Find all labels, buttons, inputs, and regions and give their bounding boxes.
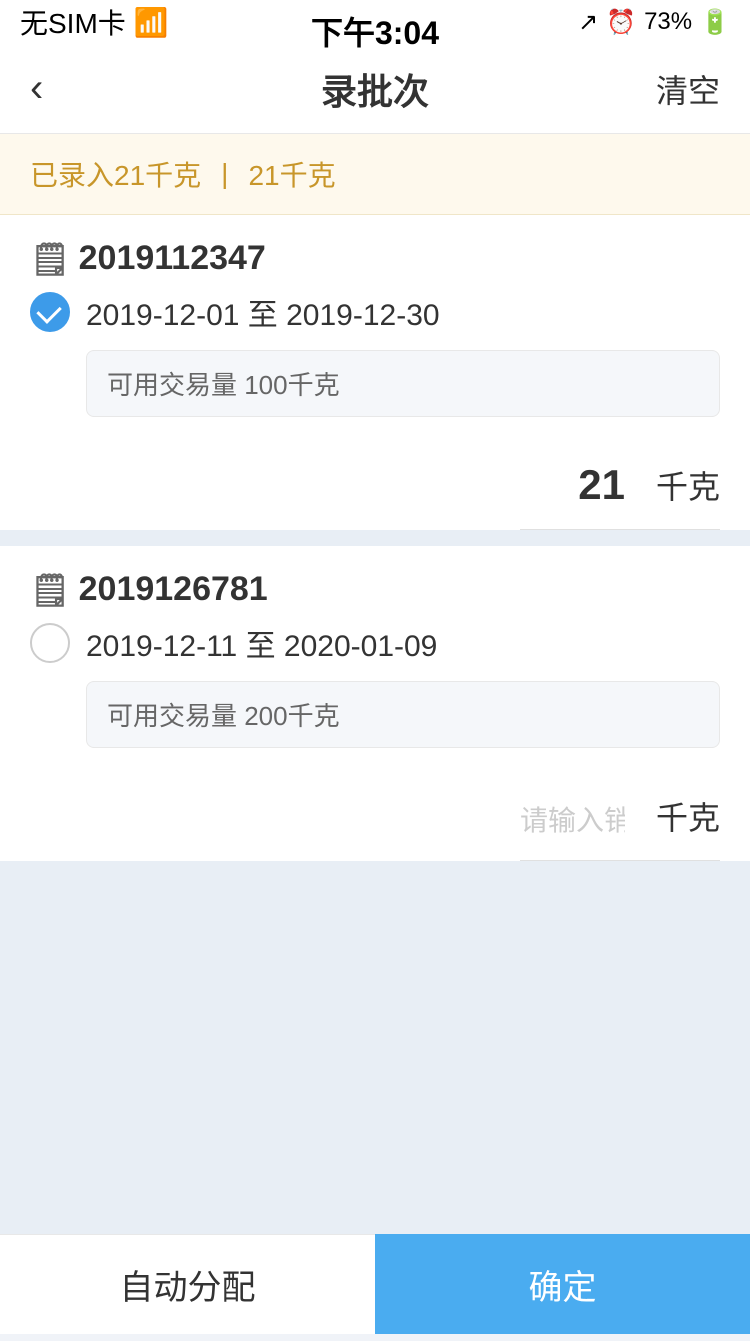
auto-distribute-button[interactable]: 自动分配 bbox=[0, 1234, 375, 1334]
batch-header-1: 🗒 2019112347 bbox=[30, 239, 720, 278]
batch-id-text-2: 2019126781 bbox=[79, 570, 268, 609]
quantity-input-2[interactable] bbox=[520, 792, 640, 840]
batch-header-2: 🗒 2019126781 bbox=[30, 570, 720, 609]
batch-date-row-2[interactable]: 2019-12-11 至 2020-01-09 bbox=[30, 621, 720, 665]
clear-button[interactable]: 清空 bbox=[656, 66, 720, 112]
batch-id-text-1: 2019112347 bbox=[79, 239, 266, 278]
total-amount: 21千克 bbox=[248, 154, 335, 194]
confirm-button[interactable]: 确定 bbox=[375, 1234, 750, 1334]
status-right: ↗ ⏰ 73% 🔋 bbox=[578, 8, 730, 37]
quantity-unit-2: 千克 bbox=[656, 793, 720, 839]
status-time: 下午3:04 bbox=[311, 8, 439, 54]
batch-available-2: 可用交易量 200千克 bbox=[86, 681, 720, 748]
battery-icon: 🔋 bbox=[700, 8, 730, 37]
bottom-area bbox=[0, 861, 750, 1241]
quantity-unit-1: 千克 bbox=[656, 462, 720, 508]
wifi-icon: 📶 bbox=[134, 6, 169, 39]
batch-date-row-1[interactable]: 2019-12-01 至 2019-12-30 bbox=[30, 290, 720, 334]
status-carrier: 无SIM卡 📶 bbox=[20, 2, 169, 42]
batch-id-1: 🗒 2019112347 bbox=[30, 239, 266, 278]
batch-id-2: 🗒 2019126781 bbox=[30, 570, 268, 609]
section-divider bbox=[0, 530, 750, 546]
carrier-text: 无SIM卡 bbox=[20, 2, 126, 42]
batch-quantity-row-1: 千克 bbox=[0, 441, 750, 529]
batch-quantity-row-2: 千克 bbox=[0, 772, 750, 860]
batch-detail-1: 🗒 2019112347 2019-12-01 至 2019-12-30 可用交… bbox=[0, 215, 750, 441]
batch-item-2: 🗒 2019126781 2019-12-11 至 2020-01-09 可用交… bbox=[0, 546, 750, 861]
batch-available-1: 可用交易量 100千克 bbox=[86, 350, 720, 417]
footer: 自动分配 确定 bbox=[0, 1234, 750, 1334]
batch-detail-2: 🗒 2019126781 2019-12-11 至 2020-01-09 可用交… bbox=[0, 546, 750, 772]
back-button[interactable]: ‹ bbox=[30, 66, 43, 111]
status-bar: 无SIM卡 📶 下午3:04 ↗ ⏰ 73% 🔋 bbox=[0, 0, 750, 44]
doc-icon-2: 🗒 bbox=[30, 571, 71, 609]
location-icon: ↗ bbox=[578, 8, 598, 37]
info-banner: 已录入21千克 | 21千克 bbox=[0, 134, 750, 215]
quantity-input-1[interactable] bbox=[520, 461, 640, 509]
alarm-icon: ⏰ bbox=[606, 8, 636, 37]
battery-text: 73% bbox=[644, 8, 692, 36]
recorded-amount: 已录入21千克 bbox=[30, 154, 201, 194]
page-title: 录批次 bbox=[321, 63, 429, 115]
batch-radio-2[interactable] bbox=[30, 623, 70, 663]
batch-date-1: 2019-12-01 至 2019-12-30 bbox=[86, 290, 440, 334]
doc-icon-1: 🗒 bbox=[30, 240, 71, 278]
info-divider: | bbox=[221, 158, 228, 190]
nav-bar: ‹ 录批次 清空 bbox=[0, 44, 750, 134]
batch-date-2: 2019-12-11 至 2020-01-09 bbox=[86, 621, 437, 665]
batch-radio-1[interactable] bbox=[30, 292, 70, 332]
batch-item-1: 🗒 2019112347 2019-12-01 至 2019-12-30 可用交… bbox=[0, 215, 750, 530]
